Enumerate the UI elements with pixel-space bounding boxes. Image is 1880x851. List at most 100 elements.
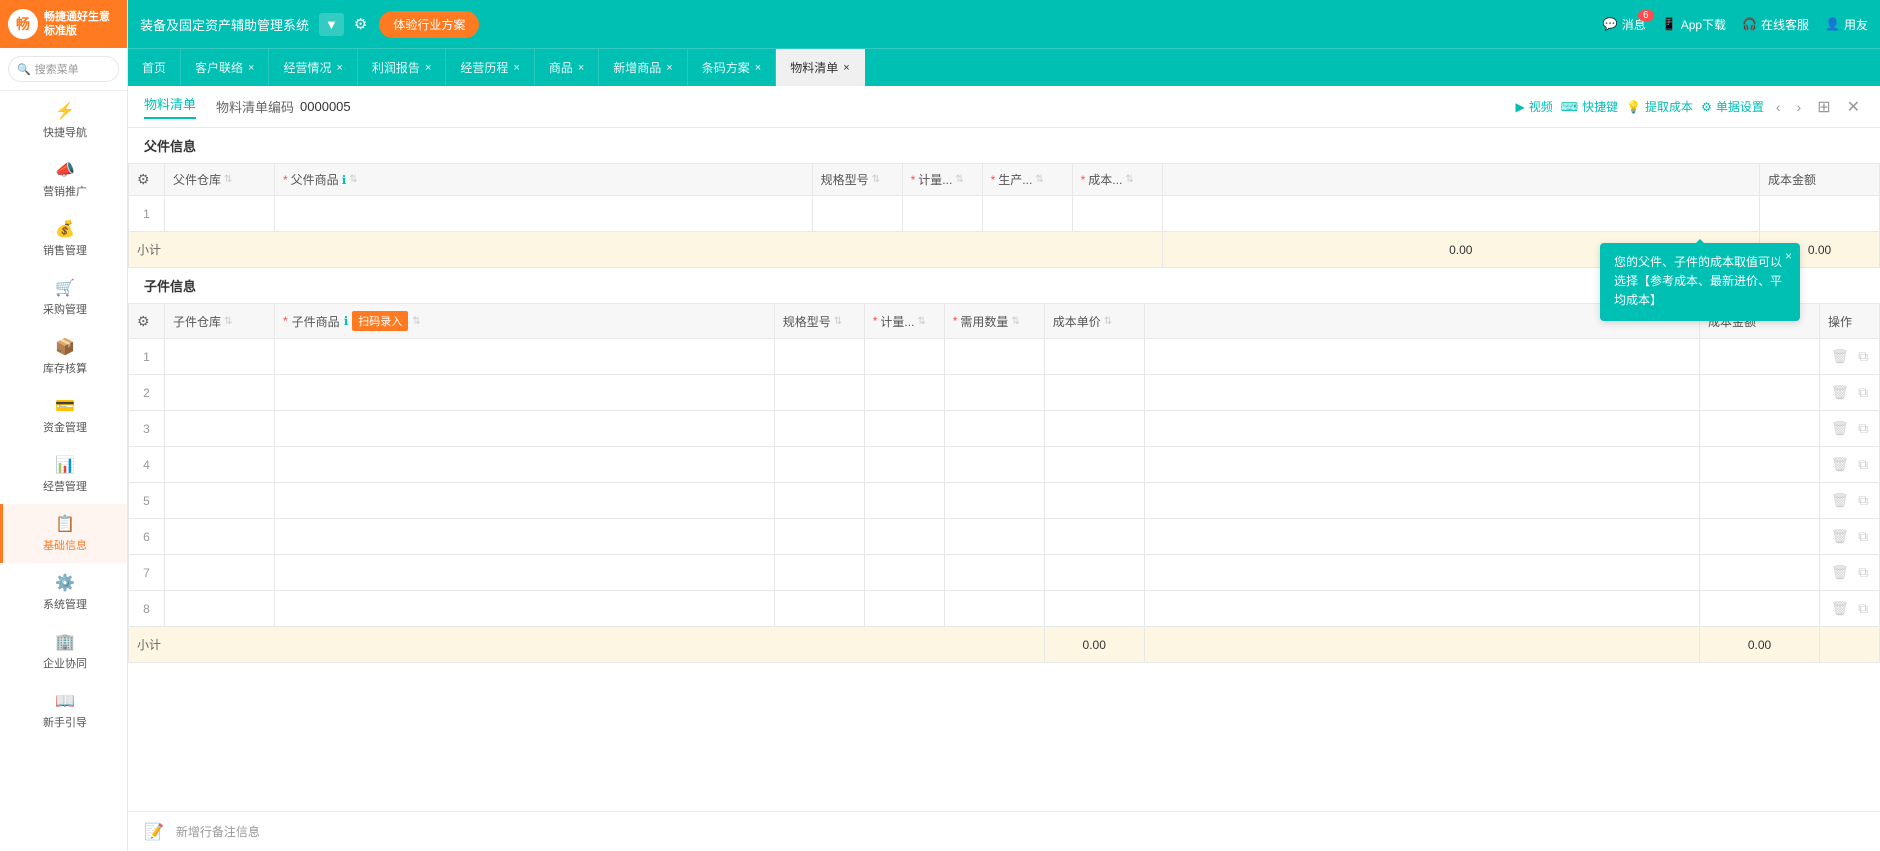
child-unit-4[interactable] — [864, 447, 944, 483]
child-product-2[interactable] — [275, 375, 775, 411]
close-tab-product[interactable]: × — [578, 62, 584, 74]
child-unit-3[interactable] — [864, 411, 944, 447]
child-spec-7[interactable] — [774, 555, 864, 591]
nav-prev-button[interactable]: ‹ — [1772, 97, 1785, 117]
child-spec-2[interactable] — [774, 375, 864, 411]
close-tab-new-product[interactable]: × — [666, 62, 672, 74]
child-warehouse-1[interactable] — [165, 339, 275, 375]
close-tab-business[interactable]: × — [336, 62, 342, 74]
child-qty-5[interactable] — [944, 483, 1044, 519]
sidebar-item-marketing[interactable]: 📣 营销推广 — [0, 150, 127, 209]
sidebar-item-finance[interactable]: 💳 资金管理 — [0, 386, 127, 445]
child-qty-1[interactable] — [944, 339, 1044, 375]
tab-barcode[interactable]: 条码方案 × — [688, 49, 776, 87]
delete-icon-7[interactable]: 🗑 — [1828, 564, 1852, 580]
child-unit-5[interactable] — [864, 483, 944, 519]
sidebar-item-quick-nav[interactable]: ⚡ 快捷导航 — [0, 91, 127, 150]
parent-settings-icon[interactable]: ⚙ — [137, 171, 150, 187]
child-unit-price-5[interactable] — [1044, 483, 1144, 519]
message-action[interactable]: 💬 消息 6 — [1603, 16, 1646, 33]
delete-icon-6[interactable]: 🗑 — [1828, 528, 1852, 544]
copy-icon-2[interactable]: ⧉ — [1855, 384, 1871, 400]
close-tab-bom[interactable]: × — [843, 62, 849, 74]
child-product-8[interactable] — [275, 591, 775, 627]
child-product-1[interactable] — [275, 339, 775, 375]
child-unit-6[interactable] — [864, 519, 944, 555]
parent-product-1[interactable] — [275, 196, 813, 232]
child-product-3[interactable] — [275, 411, 775, 447]
child-unit-7[interactable] — [864, 555, 944, 591]
copy-icon-4[interactable]: ⧉ — [1855, 456, 1871, 472]
child-warehouse-8[interactable] — [165, 591, 275, 627]
sidebar-item-sales[interactable]: 💰 销售管理 — [0, 209, 127, 268]
user-action[interactable]: 👤 用友 — [1825, 16, 1868, 33]
child-unit-price-2[interactable] — [1044, 375, 1144, 411]
delete-icon-4[interactable]: 🗑 — [1828, 456, 1852, 472]
copy-icon-3[interactable]: ⧉ — [1855, 420, 1871, 436]
tab-business[interactable]: 经营情况 × — [269, 49, 357, 87]
close-tab-barcode[interactable]: × — [755, 62, 761, 74]
child-qty-7[interactable] — [944, 555, 1044, 591]
child-settings-icon[interactable]: ⚙ — [137, 313, 150, 329]
copy-icon-6[interactable]: ⧉ — [1855, 528, 1871, 544]
child-warehouse-3[interactable] — [165, 411, 275, 447]
copy-icon-5[interactable]: ⧉ — [1855, 492, 1871, 508]
view-video-button[interactable]: ▶ 视频 — [1516, 98, 1553, 115]
child-spec-4[interactable] — [774, 447, 864, 483]
copy-icon-7[interactable]: ⧉ — [1855, 564, 1871, 580]
tab-new-product[interactable]: 新增商品 × — [599, 49, 687, 87]
sidebar-item-guide[interactable]: 📖 新手引导 — [0, 681, 127, 740]
child-qty-6[interactable] — [944, 519, 1044, 555]
sidebar-item-enterprise[interactable]: 🏢 企业协同 — [0, 622, 127, 681]
delete-icon-8[interactable]: 🗑 — [1828, 600, 1852, 616]
delete-icon-2[interactable]: 🗑 — [1828, 384, 1852, 400]
nav-next-button[interactable]: › — [1793, 97, 1806, 117]
child-unit-1[interactable] — [864, 339, 944, 375]
tab-bom[interactable]: 物料清单 × — [776, 49, 864, 87]
child-spec-6[interactable] — [774, 519, 864, 555]
tab-home[interactable]: 首页 — [128, 49, 181, 87]
sidebar-item-purchase[interactable]: 🛒 采购管理 — [0, 268, 127, 327]
child-warehouse-7[interactable] — [165, 555, 275, 591]
menu-grid-button[interactable]: ⊞ — [1813, 95, 1834, 119]
close-tab-profit[interactable]: × — [425, 62, 431, 74]
child-qty-4[interactable] — [944, 447, 1044, 483]
child-warehouse-6[interactable] — [165, 519, 275, 555]
parent-spec-1[interactable] — [812, 196, 902, 232]
trial-button[interactable]: 体验行业方案 — [379, 11, 479, 38]
child-product-4[interactable] — [275, 447, 775, 483]
child-unit-price-3[interactable] — [1044, 411, 1144, 447]
close-tab-customer[interactable]: × — [248, 62, 254, 74]
child-unit-8[interactable] — [864, 591, 944, 627]
child-unit-price-7[interactable] — [1044, 555, 1144, 591]
tooltip-close-button[interactable]: × — [1785, 249, 1792, 263]
system-select-button[interactable]: ▼ — [319, 13, 344, 36]
parent-warehouse-1[interactable] — [165, 196, 275, 232]
extract-cost-button[interactable]: 💡 提取成本 — [1626, 98, 1693, 115]
parent-production-1[interactable] — [982, 196, 1072, 232]
child-qty-3[interactable] — [944, 411, 1044, 447]
child-spec-3[interactable] — [774, 411, 864, 447]
scan-badge[interactable]: 扫码录入 — [352, 311, 408, 331]
sidebar-item-inventory[interactable]: 📦 库存核算 — [0, 327, 127, 386]
app-download-action[interactable]: 📱 App下载 — [1662, 16, 1726, 33]
child-unit-price-6[interactable] — [1044, 519, 1144, 555]
shortcut-button[interactable]: ⌨ 快捷键 — [1561, 98, 1618, 115]
tab-customer[interactable]: 客户联络 × — [181, 49, 269, 87]
child-warehouse-5[interactable] — [165, 483, 275, 519]
close-page-button[interactable]: ✕ — [1843, 95, 1864, 119]
page-tab-bom[interactable]: 物料清单 — [144, 94, 196, 119]
sidebar-item-basic[interactable]: 📋 基础信息 — [0, 504, 127, 563]
gear-button[interactable]: ⚙ — [350, 11, 371, 37]
child-unit-2[interactable] — [864, 375, 944, 411]
tab-journey[interactable]: 经营历程 × — [446, 49, 534, 87]
child-spec-1[interactable] — [774, 339, 864, 375]
sidebar-item-system[interactable]: ⚙️ 系统管理 — [0, 563, 127, 622]
parent-unit-1[interactable] — [902, 196, 982, 232]
online-service-action[interactable]: 🎧 在线客服 — [1742, 16, 1809, 33]
child-spec-5[interactable] — [774, 483, 864, 519]
delete-icon-1[interactable]: 🗑 — [1828, 348, 1852, 364]
child-product-6[interactable] — [275, 519, 775, 555]
copy-icon-8[interactable]: ⧉ — [1855, 600, 1871, 616]
search-menu-button[interactable]: 🔍 搜索菜单 — [8, 56, 119, 82]
